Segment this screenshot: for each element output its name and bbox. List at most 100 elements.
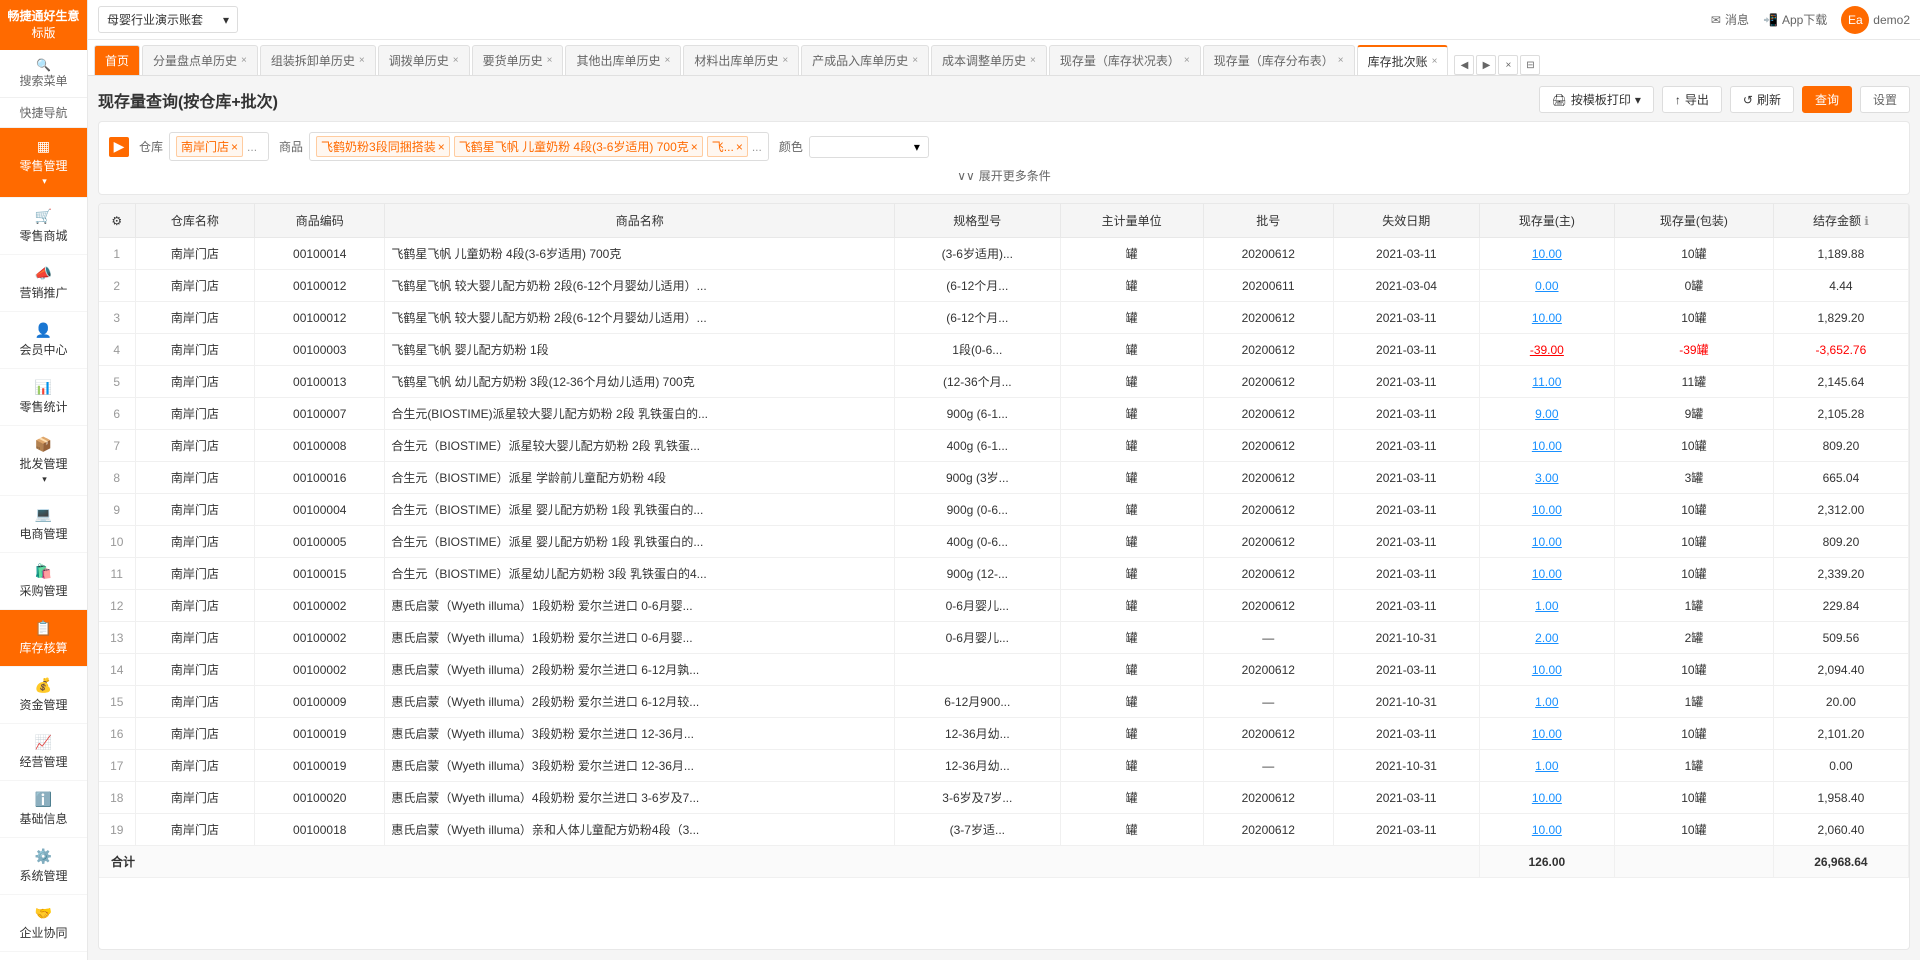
cell-qty-main[interactable]: 1.00 [1479,590,1614,622]
cell-qty-main[interactable]: 3.00 [1479,462,1614,494]
cell-qty-main[interactable]: 9.00 [1479,398,1614,430]
sidebar-item-wholesale[interactable]: 📦 批发管理 ▾ [0,426,87,496]
cell-qty-main[interactable]: 1.00 [1479,686,1614,718]
sidebar-item-member[interactable]: 👤 会员中心 [0,312,87,369]
tab-close-inventory-batch[interactable]: × [1432,56,1438,67]
cell-qty-main[interactable]: 10.00 [1479,494,1614,526]
sidebar-item-ecommerce[interactable]: 💻 电商管理 [0,496,87,553]
filter-expand-row[interactable]: ∨∨ 展开更多条件 [109,167,1899,184]
tab-close-inventory-status[interactable]: × [1184,55,1190,66]
qty-main-link[interactable]: -39.00 [1530,343,1564,357]
qty-main-link[interactable]: 10.00 [1532,727,1562,741]
cell-qty-main[interactable]: -39.00 [1479,334,1614,366]
tab-close-inventory-dist[interactable]: × [1338,55,1344,66]
qty-main-link[interactable]: 10.00 [1532,311,1562,325]
warehouse-filter-tags[interactable]: 南岸门店 × ... [169,132,269,161]
qty-main-link[interactable]: 0.00 [1535,279,1558,293]
tab-borrow[interactable]: 要货单历史 × [472,45,564,75]
tab-inventory-status[interactable]: 现存量（库存状况表） × [1049,45,1201,75]
tab-close-borrow[interactable]: × [547,55,553,66]
cell-qty-main[interactable]: 10.00 [1479,526,1614,558]
tab-home[interactable]: 首页 [94,45,140,75]
tab-close-product-in[interactable]: × [912,55,918,66]
tab-inventory-batch[interactable]: 库存批次账 × [1357,45,1449,75]
settings-btn[interactable]: 设置 [1860,86,1910,113]
cell-qty-main[interactable]: 1.00 [1479,750,1614,782]
goods-tag-2-close[interactable]: × [691,140,698,154]
sidebar-item-purchase[interactable]: 🛍️ 采购管理 [0,553,87,610]
qty-main-link[interactable]: 11.00 [1532,375,1561,389]
tab-close-mix[interactable]: × [453,55,459,66]
cell-qty-main[interactable]: 10.00 [1479,782,1614,814]
export-btn[interactable]: ↑ 导出 [1662,86,1722,113]
message-btn[interactable]: ✉ 消息 [1711,11,1749,28]
qty-main-link[interactable]: 10.00 [1532,247,1562,261]
goods-filter-tags[interactable]: 飞鹤奶粉3段同捆搭装 × 飞鹤星飞帆 儿童奶粉 4段(3-6岁适用) 700克 … [309,132,769,161]
goods-tag-2[interactable]: 飞鹤星飞帆 儿童奶粉 4段(3-6岁适用) 700克 × [454,136,703,157]
qty-main-link[interactable]: 10.00 [1532,791,1562,805]
filter-expand-btn[interactable]: ▶ [109,137,129,157]
sidebar-item-retail-mgmt[interactable]: ▦ 零售管理 ▾ [0,128,87,198]
table-container[interactable]: ⚙ 仓库名称 商品编码 商品名称 规格型号 主计量单位 批号 失效日期 现存量(… [98,203,1910,950]
tab-product-in[interactable]: 产成品入库单历史 × [801,45,929,75]
qty-main-link[interactable]: 1.00 [1535,759,1558,773]
qty-main-link[interactable]: 10.00 [1532,503,1562,517]
tab-close-disassemble[interactable]: × [359,55,365,66]
cell-qty-main[interactable]: 10.00 [1479,814,1614,846]
tab-close-cost-adjust[interactable]: × [1030,55,1036,66]
th-settings[interactable]: ⚙ [99,204,135,238]
qty-main-link[interactable]: 1.00 [1535,695,1558,709]
cell-qty-main[interactable]: 0.00 [1479,270,1614,302]
tab-disassemble[interactable]: 组装拆卸单历史 × [260,45,376,75]
qty-main-link[interactable]: 10.00 [1532,567,1562,581]
qty-main-link[interactable]: 10.00 [1532,663,1562,677]
user-avatar-btn[interactable]: Ea demo2 [1841,6,1910,34]
cell-qty-main[interactable]: 10.00 [1479,238,1614,270]
goods-more-dots[interactable]: ... [752,140,762,154]
tab-material-out[interactable]: 材料出库单历史 × [683,45,799,75]
tab-inventory-dist[interactable]: 现存量（库存分布表） × [1203,45,1355,75]
cell-qty-main[interactable]: 10.00 [1479,654,1614,686]
qty-main-link[interactable]: 10.00 [1532,439,1562,453]
app-download-btn[interactable]: 📲 App下载 [1763,11,1827,28]
sidebar-item-inventory[interactable]: 📋 库存核算 [0,610,87,667]
tab-menu-btn[interactable]: ⊟ [1520,55,1540,75]
qty-main-link[interactable]: 1.00 [1535,599,1558,613]
cell-qty-main[interactable]: 10.00 [1479,430,1614,462]
qty-main-link[interactable]: 3.00 [1535,471,1558,485]
warehouse-more-dots[interactable]: ... [247,140,257,154]
tab-close-portion-inventory[interactable]: × [241,55,247,66]
cell-qty-main[interactable]: 2.00 [1479,622,1614,654]
goods-tag-3[interactable]: 飞... × [707,136,748,157]
warehouse-tag-close[interactable]: × [231,140,238,154]
qty-main-link[interactable]: 9.00 [1535,407,1558,421]
sidebar-item-basic-info[interactable]: ℹ️ 基础信息 [0,781,87,838]
tab-close-other-out[interactable]: × [664,55,670,66]
query-btn[interactable]: 查询 [1802,86,1852,113]
goods-tag-1[interactable]: 飞鹤奶粉3段同捆搭装 × [316,136,450,157]
goods-tag-1-close[interactable]: × [438,140,445,154]
sidebar-logo[interactable]: 畅捷通好生意 标版 [0,0,87,50]
cell-qty-main[interactable]: 11.00 [1479,366,1614,398]
account-dropdown[interactable]: 母婴行业演示账套 ▾ [98,6,238,33]
tab-other-out[interactable]: 其他出库单历史 × [565,45,681,75]
tab-close-all-btn[interactable]: × [1498,55,1518,75]
tab-close-material-out[interactable]: × [782,55,788,66]
sidebar-search[interactable]: 🔍 搜索菜单 [0,50,87,98]
cell-qty-main[interactable]: 10.00 [1479,558,1614,590]
refresh-btn[interactable]: ↺ 刷新 [1730,86,1794,113]
cell-qty-main[interactable]: 10.00 [1479,302,1614,334]
qty-main-link[interactable]: 2.00 [1535,631,1558,645]
sidebar-item-enterprise[interactable]: 🤝 企业协同 [0,895,87,952]
warehouse-tag-nanan[interactable]: 南岸门店 × [176,136,243,157]
print-template-btn[interactable]: 🖨 按模板打印 ▾ [1539,86,1654,113]
tab-mix[interactable]: 调拨单历史 × [378,45,470,75]
qty-main-link[interactable]: 10.00 [1532,823,1562,837]
sidebar-quick-nav[interactable]: 快捷导航 [0,98,87,128]
cell-qty-main[interactable]: 10.00 [1479,718,1614,750]
color-filter-input[interactable]: ▾ [809,136,929,158]
sidebar-item-system[interactable]: ⚙️ 系统管理 [0,838,87,895]
sidebar-item-new-guide[interactable]: 🎯 新手引导 [0,952,87,960]
qty-main-link[interactable]: 10.00 [1532,535,1562,549]
sidebar-item-finance[interactable]: 💰 资金管理 [0,667,87,724]
